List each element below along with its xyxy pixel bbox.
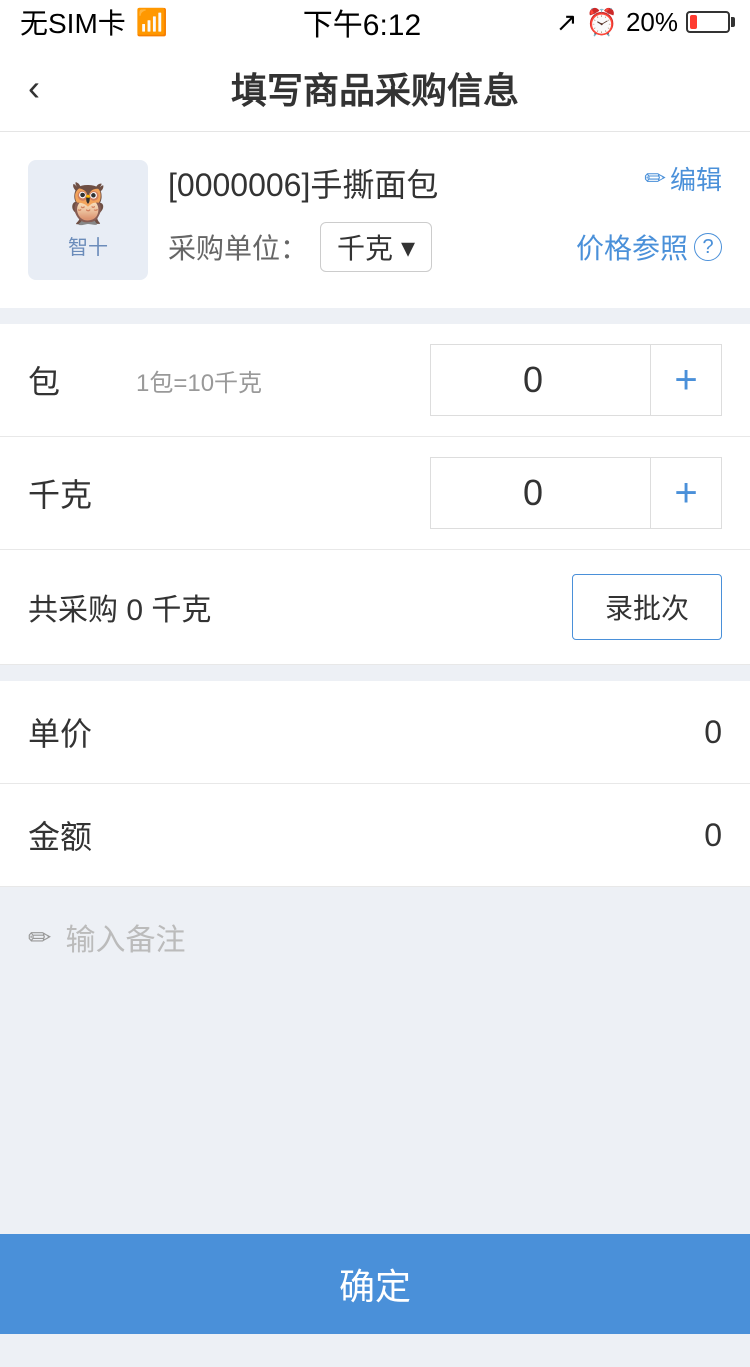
pencil-icon: ✏ <box>28 921 51 954</box>
pack-label: 包 <box>28 357 128 403</box>
status-bar: 无SIM卡 📶 下午6:12 ↗ ⏰ 20% <box>0 0 750 44</box>
purchase-unit-label: 采购单位： <box>168 227 308 267</box>
brand-label: 智十 <box>68 231 108 260</box>
location-icon: ↗ <box>556 7 578 38</box>
kg-quantity-input[interactable] <box>430 457 650 529</box>
unit-price-row: 单价 0 <box>0 681 750 784</box>
footer[interactable]: 确定 <box>0 1234 750 1334</box>
amount-label: 金额 <box>28 812 92 858</box>
carrier-text: 无SIM卡 <box>20 2 126 42</box>
product-full-name: [0000006]手撕面包 <box>168 160 438 206</box>
alarm-icon: ⏰ <box>586 7 618 38</box>
status-time: 下午6:12 <box>303 0 421 44</box>
back-button[interactable]: ‹ <box>28 67 40 109</box>
unit-price-label: 单价 <box>28 709 92 755</box>
price-section: 单价 0 金额 0 <box>0 681 750 887</box>
product-name-row: [0000006]手撕面包 ✏ 编辑 <box>168 160 722 206</box>
unit-selector-group: 采购单位： 千克 ▾ <box>168 222 432 272</box>
pack-sublabel: 1包=10千克 <box>136 363 262 398</box>
pack-quantity-wrapper: + <box>430 344 722 416</box>
status-left: 无SIM卡 📶 <box>20 2 168 42</box>
input-section: 包 1包=10千克 + 千克 + <box>0 324 750 550</box>
pack-input-row: 包 1包=10千克 + <box>0 324 750 437</box>
kg-input-row: 千克 + <box>0 437 750 550</box>
edit-button[interactable]: ✏ 编辑 <box>644 160 722 197</box>
pack-quantity-input[interactable] <box>430 344 650 416</box>
remark-section[interactable]: ✏ 输入备注 <box>0 887 750 987</box>
brand-owl-icon: 🦉 <box>63 180 113 227</box>
edit-icon: ✏ <box>644 163 666 194</box>
product-image: 🦉 智十 <box>28 160 148 280</box>
kg-quantity-wrapper: + <box>430 457 722 529</box>
pack-plus-button[interactable]: + <box>650 344 722 416</box>
purchase-unit-row: 采购单位： 千克 ▾ 价格参照 ? <box>168 222 722 272</box>
edit-label: 编辑 <box>670 160 722 197</box>
nav-bar: ‹ 填写商品采购信息 <box>0 44 750 132</box>
confirm-button-text: 确定 <box>339 1258 411 1310</box>
kg-label: 千克 <box>28 470 128 516</box>
help-icon: ? <box>694 233 722 261</box>
price-ref-button[interactable]: 价格参照 ? <box>576 227 722 267</box>
summary-row: 共采购 0 千克 录批次 <box>0 550 750 665</box>
unit-value: 千克 <box>337 227 393 267</box>
battery-percent: 20% <box>626 7 678 38</box>
remark-placeholder: 输入备注 <box>65 915 185 959</box>
unit-price-value: 0 <box>704 714 722 751</box>
status-right: ↗ ⏰ 20% <box>556 7 730 38</box>
wifi-icon: 📶 <box>136 7 168 38</box>
batch-button[interactable]: 录批次 <box>572 574 722 640</box>
amount-value: 0 <box>704 817 722 854</box>
unit-dropdown[interactable]: 千克 ▾ <box>320 222 432 272</box>
product-info: [0000006]手撕面包 ✏ 编辑 采购单位： 千克 ▾ 价格参照 ? <box>168 160 722 272</box>
divider-1 <box>0 308 750 324</box>
product-card: 🦉 智十 [0000006]手撕面包 ✏ 编辑 采购单位： 千克 ▾ 价格参照 … <box>0 132 750 308</box>
page-title: 填写商品采购信息 <box>231 62 519 114</box>
divider-2 <box>0 665 750 681</box>
battery-icon <box>686 11 730 33</box>
dropdown-icon: ▾ <box>401 231 415 264</box>
kg-plus-button[interactable]: + <box>650 457 722 529</box>
summary-text: 共采购 0 千克 <box>28 585 211 629</box>
amount-row: 金额 0 <box>0 784 750 887</box>
price-ref-label: 价格参照 <box>576 227 688 267</box>
